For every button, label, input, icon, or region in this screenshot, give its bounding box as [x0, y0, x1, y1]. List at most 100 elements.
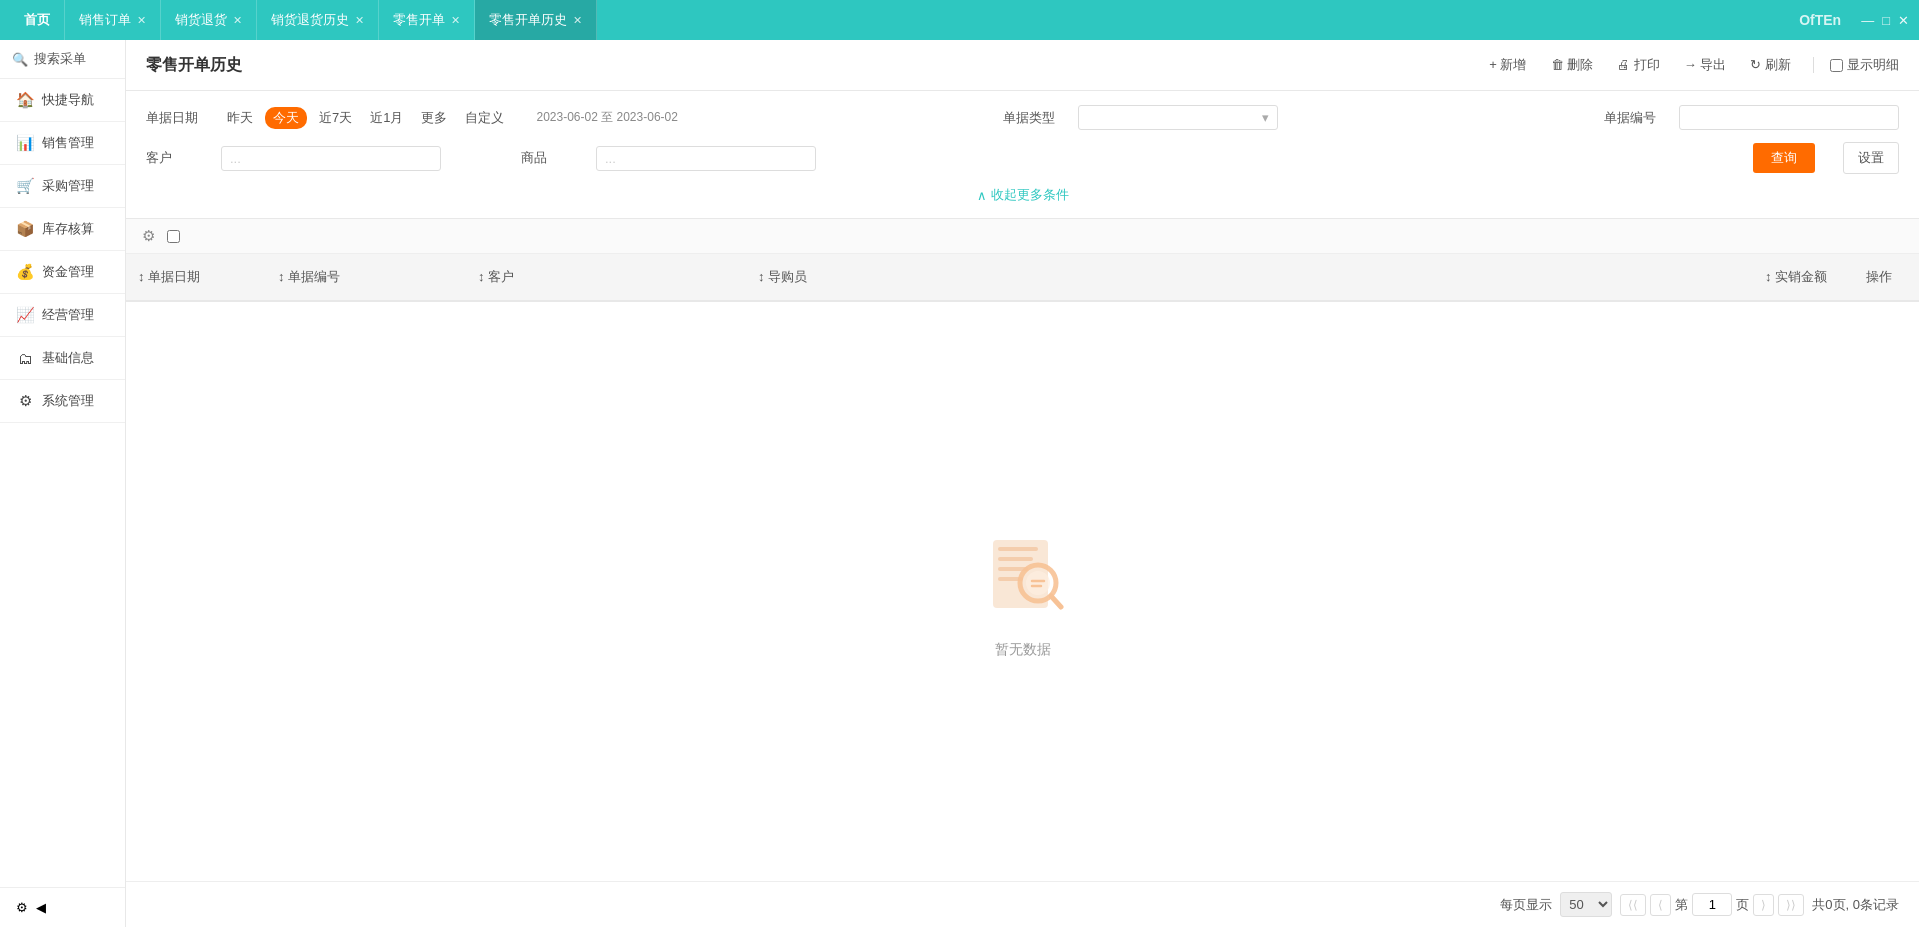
- th-number[interactable]: ↕ 单据编号: [266, 262, 466, 292]
- date-opt-近1月[interactable]: 近1月: [364, 107, 409, 129]
- page-title: 零售开单历史: [146, 55, 242, 76]
- sidebar-icon-sales-mgmt: 📊: [16, 134, 34, 152]
- date-opt-近7天[interactable]: 近7天: [313, 107, 358, 129]
- tab-retail-bill[interactable]: 零售开单 ✕: [379, 0, 475, 40]
- date-filter-label: 单据日期: [146, 109, 201, 127]
- sidebar-item-finance[interactable]: 💰 资金管理: [0, 251, 125, 294]
- date-opt-今天[interactable]: 今天: [265, 107, 307, 129]
- tab-home[interactable]: 首页: [10, 0, 65, 40]
- empty-icon: [973, 525, 1073, 625]
- window-controls: OfTEn — □ ✕: [1799, 12, 1909, 28]
- th-guide-label: ↕ 导购员: [758, 268, 807, 286]
- pagination: 每页显示 50 10 20 100 ⟨⟨ ⟨ 第 页 ⟩ ⟩⟩ 共0页, 0条记…: [126, 881, 1919, 927]
- th-amount-label: ↕ 实销金额: [1765, 268, 1827, 286]
- customer-placeholder: ...: [230, 151, 241, 166]
- th-amount[interactable]: ↕ 实销金额: [906, 262, 1839, 292]
- date-opt-昨天[interactable]: 昨天: [221, 107, 259, 129]
- print-button[interactable]: 🖨 打印: [1611, 52, 1666, 78]
- tab-sales-return-history[interactable]: 销货退货历史✕: [257, 0, 379, 40]
- query-button[interactable]: 查询: [1753, 143, 1815, 173]
- sidebar-item-inventory[interactable]: 📦 库存核算: [0, 208, 125, 251]
- filter-row-2: 客户 ... 商品 ... 查询 设置: [146, 142, 1899, 174]
- prev-page-btn[interactable]: ⟨: [1650, 894, 1671, 916]
- sidebar-icon-operations: 📈: [16, 306, 34, 324]
- empty-text: 暂无数据: [995, 641, 1051, 659]
- sidebar-label-inventory: 库存核算: [42, 220, 94, 238]
- delete-button[interactable]: 🗑 删除: [1545, 52, 1600, 78]
- sidebar-item-quick-nav[interactable]: 🏠 快捷导航: [0, 79, 125, 122]
- select-all-checkbox[interactable]: [167, 230, 180, 243]
- add-button[interactable]: + 新增: [1483, 52, 1532, 78]
- product-input[interactable]: ...: [596, 146, 816, 171]
- date-opt-更多[interactable]: 更多: [415, 107, 453, 129]
- next-page-btn[interactable]: ⟩: [1753, 894, 1774, 916]
- show-detail-checkbox[interactable]: 显示明细: [1830, 56, 1899, 74]
- sidebar-item-operations[interactable]: 📈 经营管理: [0, 294, 125, 337]
- tab-sales-return[interactable]: 销货退货 ✕: [161, 0, 257, 40]
- minimize-btn[interactable]: —: [1861, 13, 1874, 28]
- th-customer[interactable]: ↕ 客户: [466, 262, 746, 292]
- show-detail-input[interactable]: [1830, 59, 1843, 72]
- total-info: 共0页, 0条记录: [1812, 896, 1899, 914]
- th-guide[interactable]: ↕ 导购员: [746, 262, 906, 292]
- page-number-input[interactable]: [1692, 893, 1732, 916]
- sidebar-item-system-mgmt[interactable]: ⚙ 系统管理: [0, 380, 125, 423]
- show-detail-label: 显示明细: [1847, 56, 1899, 74]
- doc-number-label: 单据编号: [1604, 109, 1659, 127]
- settings-icon[interactable]: ⚙: [16, 900, 28, 915]
- collapse-icon[interactable]: ◀: [36, 900, 46, 915]
- doc-number-input[interactable]: [1679, 105, 1899, 130]
- brand-label: OfTEn: [1799, 12, 1841, 28]
- page-nav: ⟨⟨ ⟨ 第 页 ⟩ ⟩⟩: [1620, 893, 1804, 916]
- doc-type-chevron: ▾: [1262, 110, 1269, 125]
- empty-state: 暂无数据: [126, 302, 1919, 881]
- sidebar-icon-purchase-mgmt: 🛒: [16, 177, 34, 195]
- table-settings-icon[interactable]: ⚙: [142, 227, 155, 245]
- first-page-btn[interactable]: ⟨⟨: [1620, 894, 1646, 916]
- th-date-label: ↕ 单据日期: [138, 268, 200, 286]
- page-label-pre: 第: [1675, 896, 1688, 914]
- tab-label: 销售订单: [79, 11, 131, 29]
- tab-label: 销货退货: [175, 11, 227, 29]
- doc-type-label: 单据类型: [1003, 109, 1058, 127]
- collapse-button[interactable]: ∧ 收起更多条件: [146, 186, 1899, 204]
- tab-close[interactable]: ✕: [137, 14, 146, 27]
- doc-type-select[interactable]: ▾: [1078, 105, 1278, 130]
- sidebar-label-operations: 经营管理: [42, 306, 94, 324]
- tab-close[interactable]: ✕: [355, 14, 364, 27]
- sidebar-search[interactable]: 🔍 搜索采单: [0, 40, 125, 79]
- sidebar-icon-finance: 💰: [16, 263, 34, 281]
- sidebar-icon-system-mgmt: ⚙: [16, 392, 34, 410]
- page-size-select[interactable]: 50 10 20 100: [1560, 892, 1612, 917]
- maximize-btn[interactable]: □: [1882, 13, 1890, 28]
- sidebar-item-sales-mgmt[interactable]: 📊 销售管理: [0, 122, 125, 165]
- table-area: ⚙ ↕ 单据日期 ↕ 单据编号 ↕ 客户 ↕ 导购员 ↕ 实销金额: [126, 219, 1919, 881]
- product-filter-label: 商品: [521, 149, 576, 167]
- date-opt-自定义[interactable]: 自定义: [459, 107, 510, 129]
- tab-close[interactable]: ✕: [573, 14, 582, 27]
- export-button[interactable]: → 导出: [1678, 52, 1733, 78]
- close-btn[interactable]: ✕: [1898, 13, 1909, 28]
- filter-row-1: 单据日期 昨天今天近7天近1月更多自定义 2023-06-02 至 2023-0…: [146, 105, 1899, 130]
- page-label-post: 页: [1736, 896, 1749, 914]
- page-header: 零售开单历史 + 新增 🗑 删除 🖨 打印 → 导出 ↻ 刷新 显示明细: [126, 40, 1919, 91]
- empty-illustration: [973, 525, 1073, 625]
- sidebar-item-purchase-mgmt[interactable]: 🛒 采购管理: [0, 165, 125, 208]
- tab-close[interactable]: ✕: [451, 14, 460, 27]
- refresh-button[interactable]: ↻ 刷新: [1744, 52, 1797, 78]
- tab-sales-order[interactable]: 销售订单 ✕: [65, 0, 161, 40]
- customer-input[interactable]: ...: [221, 146, 441, 171]
- tab-close[interactable]: ✕: [233, 14, 242, 27]
- sidebar-label-base-info: 基础信息: [42, 349, 94, 367]
- settings-button[interactable]: 设置: [1843, 142, 1899, 174]
- th-number-label: ↕ 单据编号: [278, 268, 340, 286]
- tab-label: 零售开单: [393, 11, 445, 29]
- tab-retail-bill-history[interactable]: 零售开单历史✕: [475, 0, 597, 40]
- header-actions: + 新增 🗑 删除 🖨 打印 → 导出 ↻ 刷新 显示明细: [1483, 52, 1899, 78]
- last-page-btn[interactable]: ⟩⟩: [1778, 894, 1804, 916]
- sidebar-bottom[interactable]: ⚙ ◀: [0, 887, 125, 927]
- th-date[interactable]: ↕ 单据日期: [126, 262, 266, 292]
- sidebar-item-base-info[interactable]: 🗂 基础信息: [0, 337, 125, 380]
- svg-point-6: [1026, 571, 1050, 595]
- sidebar-label-purchase-mgmt: 采购管理: [42, 177, 94, 195]
